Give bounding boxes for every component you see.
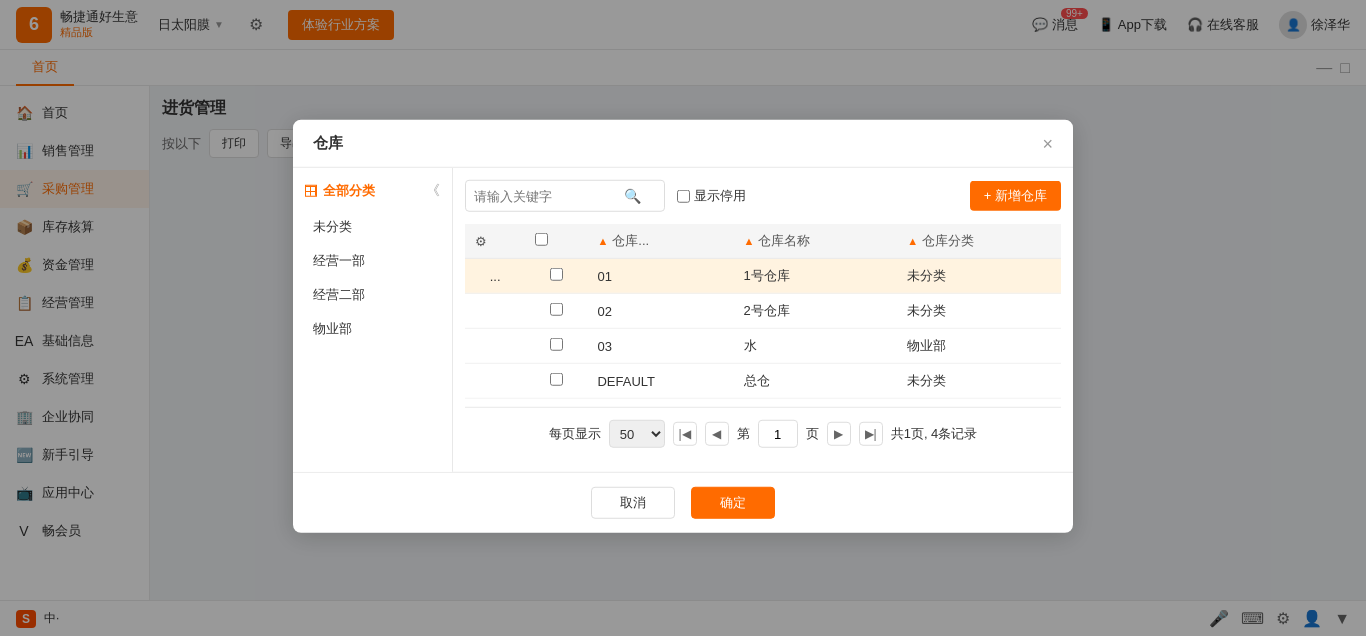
td-more-4 — [465, 363, 525, 398]
th-code[interactable]: ▲仓库... — [587, 224, 733, 259]
category-item-ops1[interactable]: 经营一部 — [293, 244, 452, 278]
warehouse-table: ⚙ ▲仓库... ▲仓库名称 ▲仓库分类 ... 01 1号仓库 — [465, 224, 1061, 399]
td-name-1: 1号仓库 — [734, 258, 898, 293]
td-category-2: 未分类 — [897, 293, 1061, 328]
page-last-button[interactable]: ▶| — [859, 422, 883, 446]
search-icon: 🔍 — [624, 188, 641, 204]
td-name-3: 水 — [734, 328, 898, 363]
category-list: 未分类 经营一部 经营二部 物业部 — [293, 206, 452, 350]
table-row[interactable]: DEFAULT 总仓 未分类 — [465, 363, 1061, 398]
cancel-button[interactable]: 取消 — [591, 487, 675, 519]
pagination: 每页显示 50 100 200 |◀ ◀ 第 页 ▶ ▶| 共1页, 4条记录 — [465, 407, 1061, 460]
page-end-label: 页 — [806, 425, 819, 443]
td-name-4: 总仓 — [734, 363, 898, 398]
search-bar: 🔍 显示停用 + 新增仓库 — [465, 180, 1061, 212]
td-name-2: 2号仓库 — [734, 293, 898, 328]
table-row[interactable]: ... 01 1号仓库 未分类 — [465, 258, 1061, 293]
show-disabled-checkbox[interactable] — [677, 189, 690, 202]
th-checkbox — [525, 224, 587, 259]
show-disabled-label[interactable]: 显示停用 — [677, 187, 746, 205]
right-panel: 🔍 显示停用 + 新增仓库 ⚙ ▲仓库... ▲仓库名称 — [453, 168, 1073, 472]
category-header: 全部分类 《 — [293, 176, 452, 206]
table-row[interactable]: 03 水 物业部 — [465, 328, 1061, 363]
select-all-checkbox[interactable] — [535, 233, 548, 246]
table-body: ... 01 1号仓库 未分类 02 2号仓库 未分类 — [465, 258, 1061, 398]
confirm-button[interactable]: 确定 — [691, 487, 775, 519]
td-category-4: 未分类 — [897, 363, 1061, 398]
category-item-property[interactable]: 物业部 — [293, 312, 452, 346]
page-next-button[interactable]: ▶ — [827, 422, 851, 446]
th-settings: ⚙ — [465, 224, 525, 259]
td-more-3 — [465, 328, 525, 363]
modal-body: 全部分类 《 未分类 经营一部 经营二部 物业部 🔍 显示停 — [293, 168, 1073, 472]
all-categories-label: 全部分类 — [323, 182, 375, 200]
table-head: ⚙ ▲仓库... ▲仓库名称 ▲仓库分类 — [465, 224, 1061, 259]
warehouse-modal: 仓库 × 全部分类 《 未分类 经营一部 经营二部 物业部 — [293, 120, 1073, 533]
modal-header: 仓库 × — [293, 120, 1073, 168]
table-wrap: ⚙ ▲仓库... ▲仓库名称 ▲仓库分类 ... 01 1号仓库 — [465, 224, 1061, 399]
table-row[interactable]: 02 2号仓库 未分类 — [465, 293, 1061, 328]
td-code-1: 01 — [587, 258, 733, 293]
per-page-label: 每页显示 — [549, 425, 601, 443]
category-item-unclassified[interactable]: 未分类 — [293, 210, 452, 244]
td-more: ... — [465, 258, 525, 293]
table-header-row: ⚙ ▲仓库... ▲仓库名称 ▲仓库分类 — [465, 224, 1061, 259]
page-label: 第 — [737, 425, 750, 443]
th-name[interactable]: ▲仓库名称 — [734, 224, 898, 259]
td-code-4: DEFAULT — [587, 363, 733, 398]
page-number-input[interactable] — [758, 420, 798, 448]
td-checkbox-3[interactable] — [525, 328, 587, 363]
td-more-2 — [465, 293, 525, 328]
grid-icon — [305, 185, 317, 197]
category-item-ops2[interactable]: 经营二部 — [293, 278, 452, 312]
th-category[interactable]: ▲仓库分类 — [897, 224, 1061, 259]
category-panel: 全部分类 《 未分类 经营一部 经营二部 物业部 — [293, 168, 453, 472]
modal-title: 仓库 — [313, 134, 343, 153]
td-checkbox-4[interactable] — [525, 363, 587, 398]
td-checkbox-1[interactable] — [525, 258, 587, 293]
total-info: 共1页, 4条记录 — [891, 425, 978, 443]
td-category-1: 未分类 — [897, 258, 1061, 293]
page-first-button[interactable]: |◀ — [673, 422, 697, 446]
new-warehouse-button[interactable]: + 新增仓库 — [970, 181, 1061, 211]
search-input[interactable] — [474, 188, 624, 203]
modal-footer: 取消 确定 — [293, 472, 1073, 533]
page-prev-button[interactable]: ◀ — [705, 422, 729, 446]
per-page-select[interactable]: 50 100 200 — [609, 420, 665, 448]
all-categories-item[interactable]: 全部分类 — [305, 182, 375, 200]
td-checkbox-2[interactable] — [525, 293, 587, 328]
td-code-2: 02 — [587, 293, 733, 328]
collapse-icon[interactable]: 《 — [426, 182, 440, 200]
close-button[interactable]: × — [1042, 134, 1053, 152]
td-code-3: 03 — [587, 328, 733, 363]
td-category-3: 物业部 — [897, 328, 1061, 363]
search-input-wrap: 🔍 — [465, 180, 665, 212]
